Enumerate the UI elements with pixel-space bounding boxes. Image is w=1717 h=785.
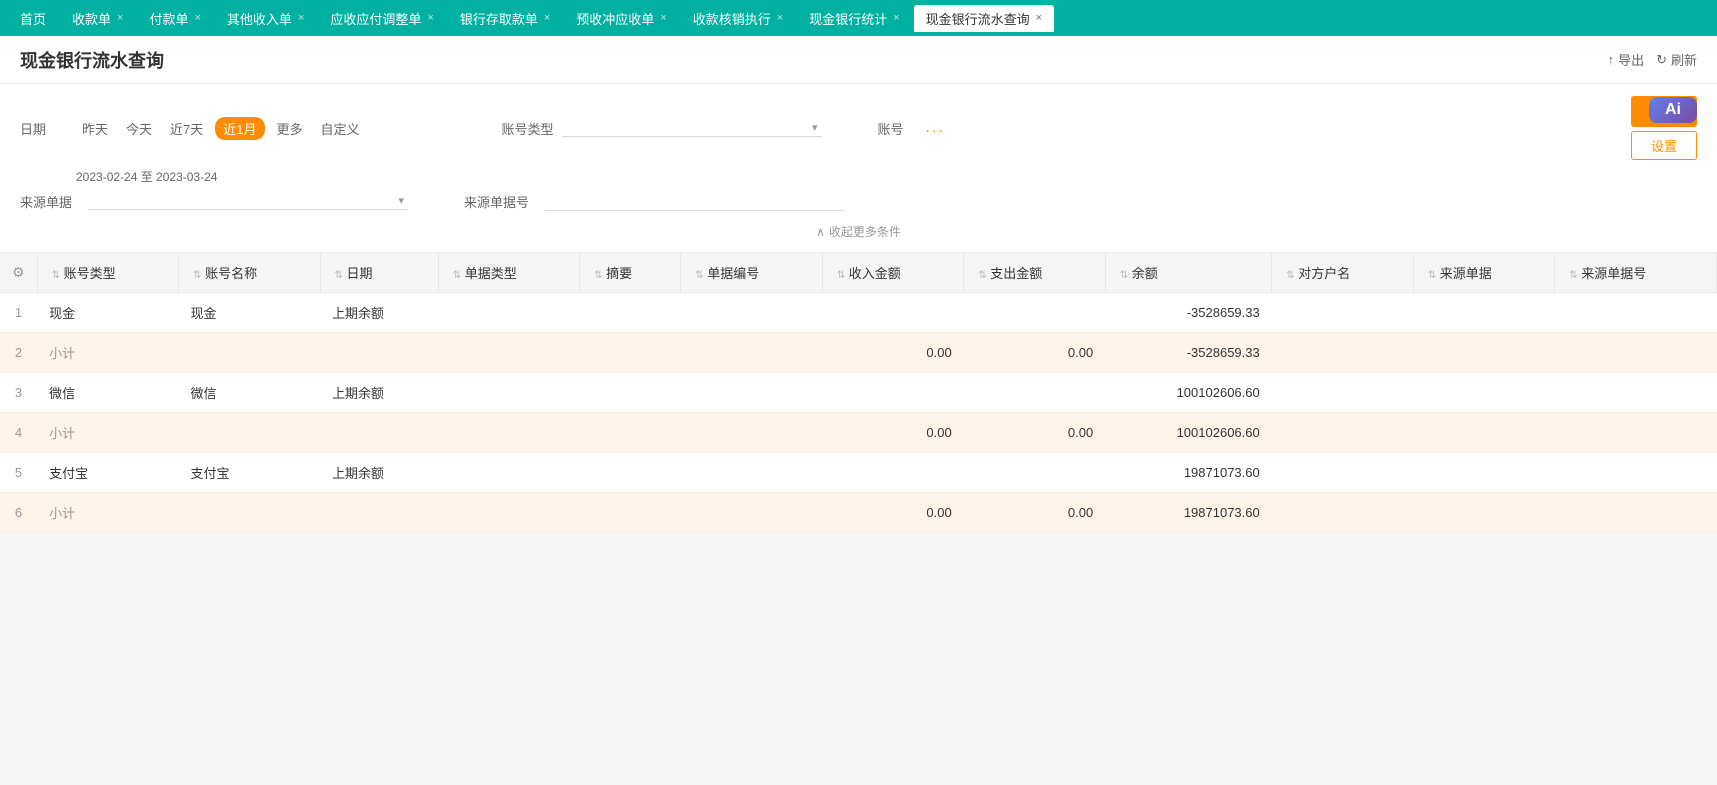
collapse-bar[interactable]: ∧ 收起更多条件 [20,219,1697,240]
date-range-display: 2023-02-24 至 2023-03-24 [76,170,217,184]
date-options: 昨天 今天 近7天 近1月 更多 自定义 [76,117,366,140]
account-type-label: 账号类型 [502,119,554,138]
page-title: 现金银行流水查询 [20,47,164,73]
date-option-1month[interactable]: 近1月 [215,117,264,140]
col-sort-icon[interactable]: ⇅ [52,270,60,281]
chevron-down-icon: ▾ [812,121,818,134]
col-sort-icon[interactable]: ⇅ [594,270,602,281]
col-date: ⇅ 日期 [320,253,438,293]
col-sort-icon[interactable]: ⇅ [1120,270,1128,281]
refresh-icon: ↻ [1656,52,1667,68]
chevron-down-icon: ▾ [398,194,404,207]
col-source-doc-no: ⇅ 来源单据号 [1555,253,1717,293]
col-expense: ⇅ 支出金额 [964,253,1105,293]
page-header: 现金银行流水查询 ↑ 导出 ↻ 刷新 [0,36,1717,84]
nav-tab-shoukuandan[interactable]: 收款单 × [60,5,135,32]
table-row: 6小计0.000.0019871073.60 [0,493,1717,533]
date-label: 日期 [20,119,60,138]
nav-tab-liushuichaxun[interactable]: 现金银行流水查询 × [914,5,1054,32]
refresh-button[interactable]: ↻ 刷新 [1656,50,1697,69]
nav-tab-fukuandan[interactable]: 付款单 × [137,5,212,32]
account-type-select[interactable]: ▾ [562,119,822,137]
date-option-custom[interactable]: 自定义 [315,117,366,140]
account-label: 账号 [878,119,918,138]
col-counterparty: ⇅ 对方户名 [1272,253,1413,293]
col-income: ⇅ 收入金额 [822,253,963,293]
date-option-more[interactable]: 更多 [271,117,309,140]
col-sort-icon[interactable]: ⇅ [193,270,201,281]
nav-home[interactable]: 首页 [8,5,58,32]
nav-tab-qitashouru[interactable]: 其他收入单 × [215,5,316,32]
col-source-doc: ⇅ 来源单据 [1413,253,1554,293]
close-icon[interactable]: × [298,12,304,24]
col-sort-icon[interactable]: ⇅ [1286,270,1294,281]
source-doc-select[interactable]: ▾ [88,192,408,210]
close-icon[interactable]: × [544,12,550,24]
filter-row-date: 日期 昨天 今天 近7天 近1月 更多 自定义 账号类型 ▾ 账号 ... 查询… [20,96,1697,160]
col-summary: ⇅ 摘要 [580,253,681,293]
table-row: 1现金现金上期余额-3528659.33 [0,293,1717,333]
ai-assistant-button[interactable]: Ai [1649,97,1697,123]
account-dots-button[interactable]: ... [926,119,945,137]
data-table: ⚙ ⇅ 账号类型 ⇅ 账号名称 ⇅ 日期 ⇅ 单据类型 ⇅ 摘要 ⇅ 单据编号 … [0,253,1717,533]
col-sort-icon[interactable]: ⇅ [837,270,845,281]
col-sort-icon[interactable]: ⇅ [453,270,461,281]
source-doc-no-input[interactable] [545,191,845,211]
source-doc-label: 来源单据 [20,192,72,211]
date-option-yesterday[interactable]: 昨天 [76,117,114,140]
filter-row-source: 来源单据 ▾ 来源单据号 [20,191,1697,211]
table-row: 3微信微信上期余额100102606.60 [0,373,1717,413]
col-sort-icon[interactable]: ⇅ [1569,270,1577,281]
close-icon[interactable]: × [660,12,666,24]
close-icon[interactable]: × [194,12,200,24]
nav-tab-xianjintongji[interactable]: 现金银行统计 × [797,5,911,32]
nav-tab-yingshouyingfu[interactable]: 应收应付调整单 × [318,5,445,32]
setting-button[interactable]: 设置 [1631,131,1697,160]
table-row: 2小计0.000.00-3528659.33 [0,333,1717,373]
col-sort-icon[interactable]: ⇅ [978,270,986,281]
table-row: 4小计0.000.00100102606.60 [0,413,1717,453]
header-actions: ↑ 导出 ↻ 刷新 [1608,50,1697,69]
col-sort-icon[interactable]: ⇅ [695,270,703,281]
col-doc-type: ⇅ 单据类型 [438,253,579,293]
export-icon: ↑ [1608,52,1615,67]
close-icon[interactable]: × [777,12,783,24]
close-icon[interactable]: × [117,12,123,24]
data-table-container: ⚙ ⇅ 账号类型 ⇅ 账号名称 ⇅ 日期 ⇅ 单据类型 ⇅ 摘要 ⇅ 单据编号 … [0,253,1717,533]
nav-tab-yinhangcunqu[interactable]: 银行存取款单 × [448,5,562,32]
col-account-name: ⇅ 账号名称 [179,253,320,293]
table-header-row: ⚙ ⇅ 账号类型 ⇅ 账号名称 ⇅ 日期 ⇅ 单据类型 ⇅ 摘要 ⇅ 单据编号 … [0,253,1717,293]
date-option-today[interactable]: 今天 [120,117,158,140]
col-sort-icon[interactable]: ⇅ [1428,270,1436,281]
col-balance: ⇅ 余额 [1105,253,1272,293]
close-icon[interactable]: × [893,12,899,24]
col-sort-icon[interactable]: ⇅ [335,270,343,281]
top-navigation: 首页 收款单 × 付款单 × 其他收入单 × 应收应付调整单 × 银行存取款单 … [0,0,1717,36]
table-row: 5支付宝支付宝上期余额19871073.60 [0,453,1717,493]
source-doc-no-label: 来源单据号 [464,192,529,211]
gear-icon[interactable]: ⚙ [12,264,25,280]
collapse-icon: ∧ [816,225,825,239]
date-option-7days[interactable]: 近7天 [164,117,209,140]
col-doc-no: ⇅ 单据编号 [681,253,822,293]
nav-tab-shoukuanhexiao[interactable]: 收款核销执行 × [681,5,795,32]
col-account-type: ⇅ 账号类型 [37,253,178,293]
export-button[interactable]: ↑ 导出 [1608,50,1645,69]
close-icon[interactable]: × [1036,12,1042,24]
filter-area: 日期 昨天 今天 近7天 近1月 更多 自定义 账号类型 ▾ 账号 ... 查询… [0,84,1717,253]
nav-tab-yushouChong[interactable]: 预收冲应收单 × [564,5,678,32]
col-gear: ⚙ [0,253,37,293]
close-icon[interactable]: × [427,12,433,24]
